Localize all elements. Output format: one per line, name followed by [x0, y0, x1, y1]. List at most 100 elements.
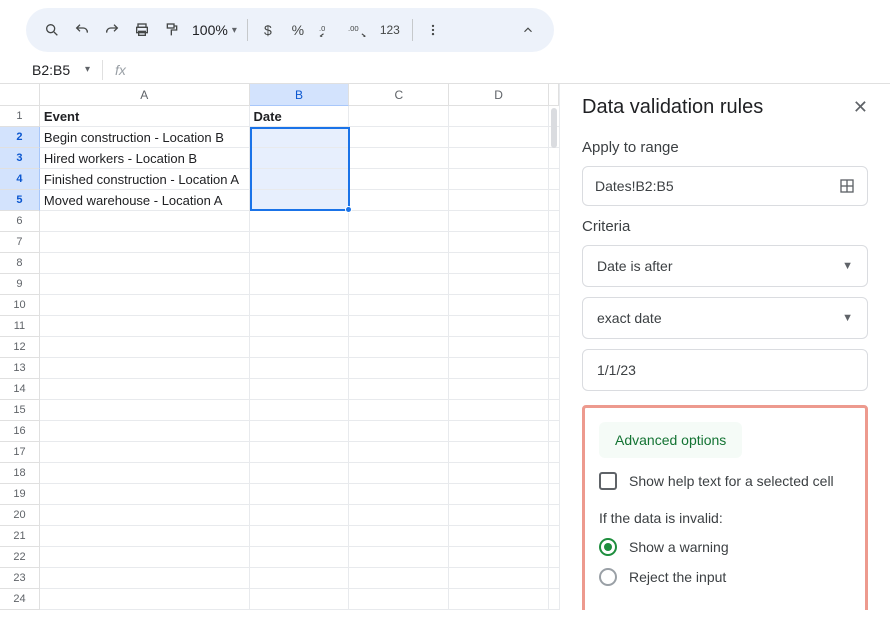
- cell[interactable]: [449, 400, 549, 421]
- cell[interactable]: [250, 400, 350, 421]
- cell[interactable]: [40, 211, 250, 232]
- print-icon[interactable]: [128, 16, 156, 44]
- cell[interactable]: [40, 400, 250, 421]
- cell[interactable]: [349, 400, 449, 421]
- row-header[interactable]: 9: [0, 274, 40, 295]
- cell[interactable]: [549, 295, 559, 316]
- cell[interactable]: [549, 379, 559, 400]
- column-header-d[interactable]: D: [449, 84, 549, 106]
- cell[interactable]: [40, 547, 250, 568]
- cell[interactable]: [40, 379, 250, 400]
- cell[interactable]: [250, 148, 350, 169]
- cell[interactable]: [349, 106, 449, 127]
- cell[interactable]: Finished construction - Location A: [40, 169, 250, 190]
- row-header[interactable]: 15: [0, 400, 40, 421]
- row-header[interactable]: 3: [0, 148, 40, 169]
- cell[interactable]: [549, 253, 559, 274]
- cell[interactable]: [549, 463, 559, 484]
- cell[interactable]: [549, 421, 559, 442]
- cell[interactable]: [449, 190, 549, 211]
- cell[interactable]: [250, 169, 350, 190]
- row-header[interactable]: 10: [0, 295, 40, 316]
- cell[interactable]: [250, 421, 350, 442]
- cell[interactable]: [349, 421, 449, 442]
- cell[interactable]: [349, 358, 449, 379]
- collapse-toolbar-icon[interactable]: [514, 16, 542, 44]
- cell[interactable]: [349, 484, 449, 505]
- cell[interactable]: [349, 316, 449, 337]
- row-header[interactable]: 1: [0, 106, 40, 127]
- row-header[interactable]: 17: [0, 442, 40, 463]
- name-box[interactable]: B2:B5 ▾: [26, 62, 96, 78]
- cell[interactable]: [349, 148, 449, 169]
- cell[interactable]: [250, 379, 350, 400]
- cell[interactable]: Moved warehouse - Location A: [40, 190, 250, 211]
- cell[interactable]: [549, 568, 559, 589]
- decrease-decimal-icon[interactable]: .0: [314, 16, 342, 44]
- cell[interactable]: [449, 484, 549, 505]
- increase-decimal-icon[interactable]: .00: [344, 16, 372, 44]
- row-header[interactable]: 22: [0, 547, 40, 568]
- vertical-scrollbar[interactable]: [551, 108, 557, 148]
- cell[interactable]: [250, 463, 350, 484]
- cell[interactable]: [349, 568, 449, 589]
- row-header[interactable]: 11: [0, 316, 40, 337]
- cell[interactable]: [250, 484, 350, 505]
- cell[interactable]: [449, 358, 549, 379]
- cell[interactable]: [40, 568, 250, 589]
- cell[interactable]: [349, 505, 449, 526]
- cell[interactable]: [40, 295, 250, 316]
- column-header-b[interactable]: B: [250, 84, 350, 106]
- cell[interactable]: [449, 253, 549, 274]
- row-header[interactable]: 14: [0, 379, 40, 400]
- cell[interactable]: [549, 547, 559, 568]
- cell[interactable]: [250, 568, 350, 589]
- redo-icon[interactable]: [98, 16, 126, 44]
- cell[interactable]: [549, 484, 559, 505]
- cell[interactable]: [40, 337, 250, 358]
- cell[interactable]: [349, 379, 449, 400]
- cell[interactable]: [40, 253, 250, 274]
- row-header[interactable]: 6: [0, 211, 40, 232]
- row-header[interactable]: 12: [0, 337, 40, 358]
- cell[interactable]: [449, 442, 549, 463]
- cell[interactable]: [250, 274, 350, 295]
- cell[interactable]: Event: [40, 106, 250, 127]
- paint-format-icon[interactable]: [158, 16, 186, 44]
- row-header[interactable]: 2: [0, 127, 40, 148]
- cell[interactable]: [250, 505, 350, 526]
- cell[interactable]: [250, 211, 350, 232]
- cell[interactable]: [549, 505, 559, 526]
- select-range-icon[interactable]: [839, 178, 855, 194]
- cell[interactable]: [449, 148, 549, 169]
- radio-show-warning[interactable]: Show a warning: [599, 538, 851, 556]
- cell[interactable]: [349, 253, 449, 274]
- cell[interactable]: [549, 169, 559, 190]
- column-header-c[interactable]: C: [349, 84, 449, 106]
- undo-icon[interactable]: [68, 16, 96, 44]
- row-header[interactable]: 21: [0, 526, 40, 547]
- row-header[interactable]: 16: [0, 421, 40, 442]
- cell[interactable]: [40, 421, 250, 442]
- cell[interactable]: [549, 316, 559, 337]
- cell[interactable]: [449, 421, 549, 442]
- cell[interactable]: [549, 442, 559, 463]
- cell[interactable]: Date: [250, 106, 350, 127]
- search-icon[interactable]: [38, 16, 66, 44]
- cell[interactable]: [449, 379, 549, 400]
- cell[interactable]: [40, 484, 250, 505]
- cell[interactable]: [449, 568, 549, 589]
- cell[interactable]: [40, 232, 250, 253]
- cell[interactable]: [449, 274, 549, 295]
- cell[interactable]: [349, 442, 449, 463]
- more-vert-icon[interactable]: [419, 16, 447, 44]
- cell[interactable]: [349, 211, 449, 232]
- row-header[interactable]: 5: [0, 190, 40, 211]
- cell[interactable]: [40, 442, 250, 463]
- cell[interactable]: [449, 295, 549, 316]
- cell[interactable]: [449, 169, 549, 190]
- cell[interactable]: [549, 211, 559, 232]
- cell[interactable]: [349, 190, 449, 211]
- row-header[interactable]: 13: [0, 358, 40, 379]
- cell[interactable]: [549, 148, 559, 169]
